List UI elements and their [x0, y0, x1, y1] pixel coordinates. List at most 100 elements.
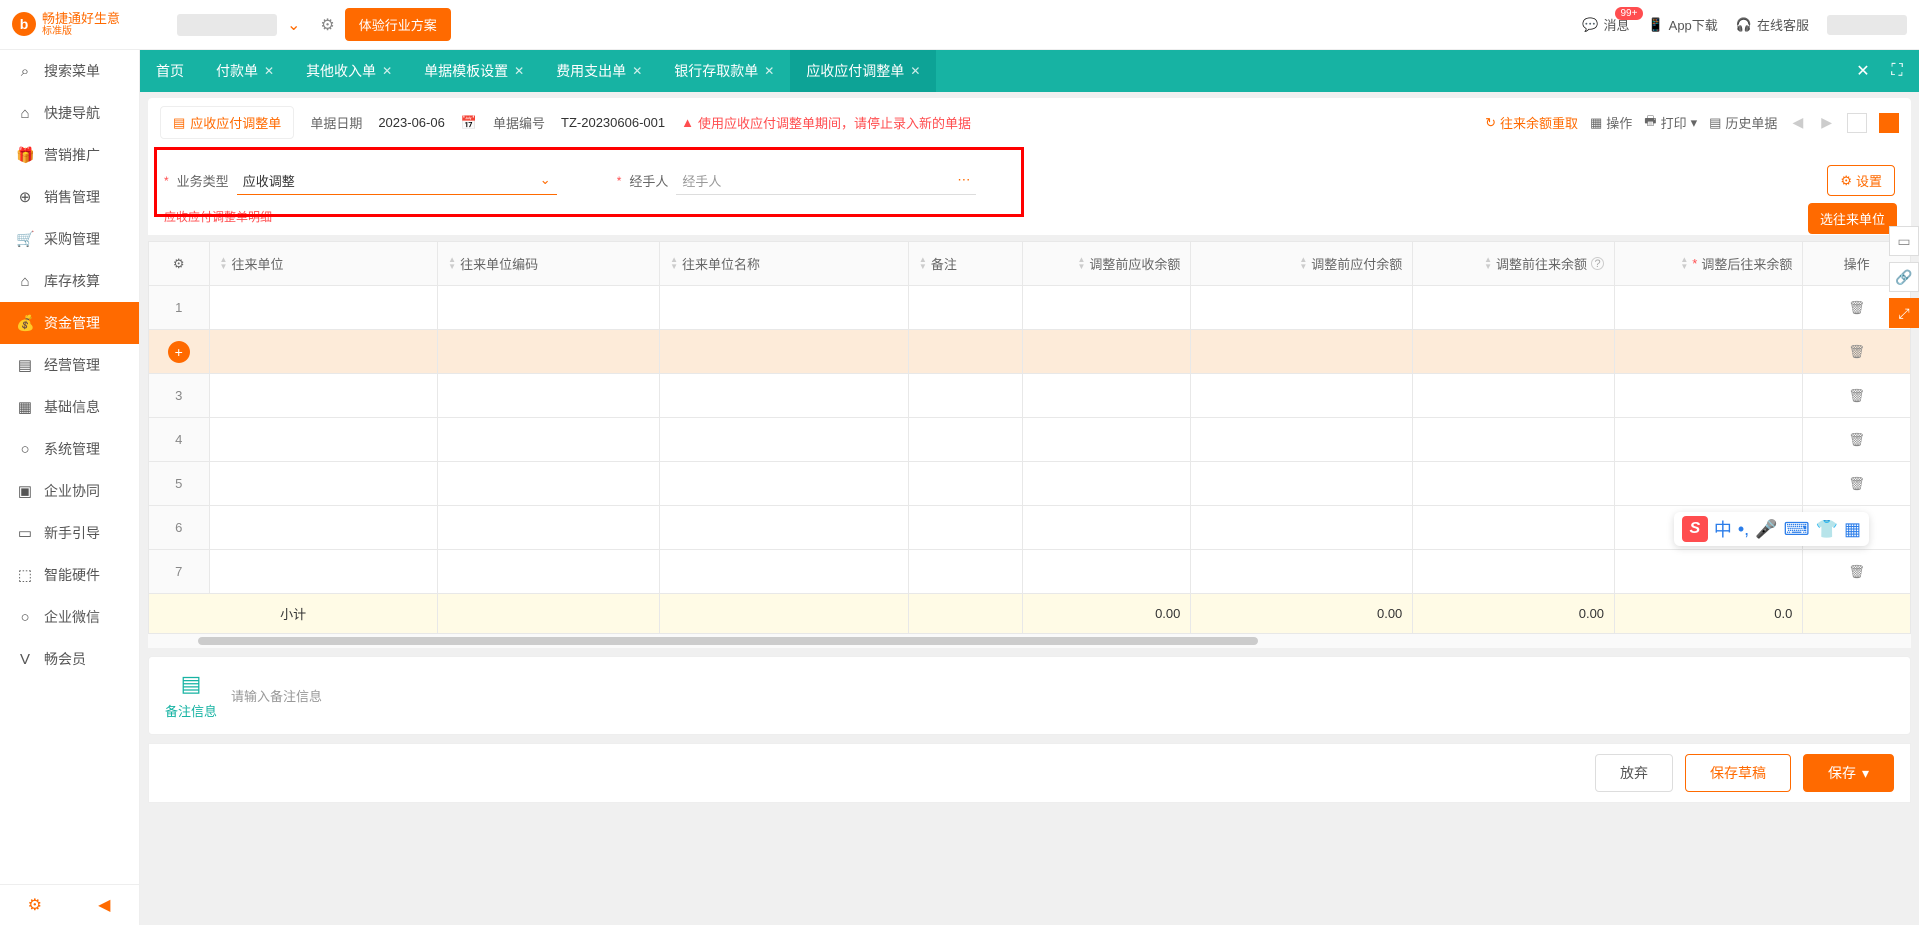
table-row[interactable]: +🗑 [149, 330, 1911, 374]
sidebar-item-hardware[interactable]: ⬚智能硬件 [0, 554, 139, 596]
sort-icon[interactable]: ▲▼ [670, 257, 678, 270]
next-icon[interactable]: ▶ [1818, 114, 1835, 131]
tab-单据模板设置[interactable]: 单据模板设置✕ [408, 50, 540, 92]
rail-note-icon[interactable]: ▭ [1889, 226, 1919, 256]
help-icon[interactable]: ? [1591, 257, 1604, 270]
close-icon[interactable]: ✕ [910, 64, 920, 78]
sort-icon[interactable]: ▲▼ [1484, 257, 1492, 270]
close-icon[interactable]: ✕ [764, 64, 774, 78]
close-icon[interactable]: ✕ [514, 64, 524, 78]
tab-其他收入单[interactable]: 其他收入单✕ [290, 50, 408, 92]
sidebar-item-finance[interactable]: 💰资金管理 [0, 302, 139, 344]
horizontal-scrollbar[interactable] [148, 634, 1911, 648]
sidebar-item-basic-info[interactable]: ▦基础信息 [0, 386, 139, 428]
ime-skin-icon[interactable]: 👕 [1816, 519, 1838, 540]
settings-button[interactable]: ⚙ 设置 [1827, 165, 1895, 196]
discard-button[interactable]: 放弃 [1595, 754, 1673, 792]
sort-icon[interactable]: ▲▼ [1299, 257, 1307, 270]
sidebar-item-marketing[interactable]: 🎁营销推广 [0, 134, 139, 176]
sidebar-settings-icon[interactable]: ⚙ [0, 885, 70, 925]
gear-icon[interactable]: ⚙ [320, 15, 334, 35]
sidebar-item-guide[interactable]: ▭新手引导 [0, 512, 139, 554]
trash-icon[interactable]: 🗑 [1848, 344, 1865, 359]
prev-icon[interactable]: ◀ [1789, 114, 1806, 131]
table-row[interactable]: 4🗑 [149, 418, 1911, 462]
biz-type-select[interactable]: 应收调整 ⌄ [237, 167, 557, 195]
tab-首页[interactable]: 首页 [140, 50, 200, 92]
table-row[interactable]: 7🗑 [149, 550, 1911, 594]
tab-应收应付调整单[interactable]: 应收应付调整单✕ [790, 50, 936, 92]
ime-keyboard-icon[interactable]: ⌨ [1784, 519, 1810, 540]
online-service-link[interactable]: 🎧 在线客服 [1736, 15, 1809, 34]
card-view-toggle[interactable] [1879, 113, 1899, 133]
tab-银行存取款单[interactable]: 银行存取款单✕ [658, 50, 790, 92]
sidebar-item-quick-nav[interactable]: ⌂快捷导航 [0, 92, 139, 134]
sort-icon[interactable]: ▲▼ [1077, 257, 1085, 270]
sidebar-collapse-icon[interactable]: ◀ [70, 885, 140, 925]
save-draft-button[interactable]: 保存草稿 [1685, 754, 1791, 792]
experience-button[interactable]: 体验行业方案 [345, 8, 451, 41]
list-view-toggle[interactable] [1847, 113, 1867, 133]
ime-mic-icon[interactable]: 🎤 [1755, 519, 1777, 540]
sidebar-item-system[interactable]: ○系统管理 [0, 428, 139, 470]
trash-icon[interactable]: 🗑 [1848, 432, 1865, 447]
date-value[interactable]: 2023-06-06 [378, 115, 445, 130]
sidebar-item-purchase[interactable]: 🛒采购管理 [0, 218, 139, 260]
operate-dropdown[interactable]: ▦ 操作 [1590, 113, 1632, 132]
chevron-down-icon: ⌄ [540, 172, 551, 188]
table-row[interactable]: 6🗑 [149, 506, 1911, 550]
close-icon[interactable]: ✕ [264, 64, 274, 78]
chevron-down-icon[interactable]: ⌄ [287, 15, 300, 35]
sidebar-item-enterprise[interactable]: ▣企业协同 [0, 470, 139, 512]
table-row[interactable]: 3🗑 [149, 374, 1911, 418]
table-row[interactable]: 1🗑 [149, 286, 1911, 330]
sidebar-item-inventory[interactable]: ⌂库存核算 [0, 260, 139, 302]
handler-input[interactable]: 经手人 ⋯ [676, 167, 976, 195]
ime-lang-icon[interactable]: 中 [1714, 516, 1732, 542]
table-settings-icon[interactable]: ⚙ [173, 256, 185, 271]
org-selector[interactable] [177, 14, 277, 36]
app-download-link[interactable]: 📱 App下载 [1647, 15, 1717, 34]
wechat-icon: ○ [16, 609, 34, 626]
tab-close-all-icon[interactable]: ✕ [1849, 57, 1877, 85]
trash-icon[interactable]: 🗑 [1848, 300, 1865, 315]
ime-toolbar[interactable]: S 中 •, 🎤 ⌨ 👕 ▦ [1674, 512, 1869, 546]
tab-付款单[interactable]: 付款单✕ [200, 50, 290, 92]
sort-icon[interactable]: ▲▼ [220, 257, 228, 270]
tab-费用支出单[interactable]: 费用支出单✕ [540, 50, 658, 92]
sidebar-item-member[interactable]: V畅会员 [0, 638, 139, 680]
operation-icon: ▤ [16, 356, 34, 374]
purchase-icon: 🛒 [16, 230, 34, 248]
member-icon: V [16, 651, 34, 668]
reget-balance-link[interactable]: ↻ 往来余额重取 [1485, 113, 1578, 132]
search-menu-icon: ⌕ [16, 63, 34, 80]
trash-icon[interactable]: 🗑 [1848, 476, 1865, 491]
user-menu[interactable] [1827, 15, 1907, 35]
history-link[interactable]: ▤ 历史单据 [1709, 113, 1777, 132]
close-icon[interactable]: ✕ [632, 64, 642, 78]
messages-link[interactable]: 💬 消息 99+ [1582, 15, 1629, 34]
sort-icon[interactable]: ▲▼ [919, 257, 927, 270]
fullscreen-icon[interactable]: ⛶ [1883, 57, 1911, 85]
rail-expand-icon[interactable]: ⤢ [1889, 298, 1919, 328]
close-icon[interactable]: ✕ [382, 64, 392, 78]
ime-punct-icon[interactable]: •, [1738, 519, 1749, 540]
rail-attach-icon[interactable]: 🔗 [1889, 262, 1919, 292]
ime-tools-icon[interactable]: ▦ [1844, 519, 1861, 540]
trash-icon[interactable]: 🗑 [1848, 564, 1865, 579]
add-row-icon[interactable]: + [168, 341, 190, 363]
sort-icon[interactable]: ▲▼ [448, 257, 456, 270]
sort-icon[interactable]: ▲▼ [1680, 257, 1688, 270]
sidebar-item-operation[interactable]: ▤经营管理 [0, 344, 139, 386]
calendar-icon[interactable]: 📅 [461, 115, 477, 131]
trash-icon[interactable]: 🗑 [1848, 388, 1865, 403]
print-dropdown[interactable]: 🖶 打印 ▾ [1644, 112, 1697, 134]
remark-input[interactable]: 请输入备注信息 [231, 686, 1894, 705]
sidebar-item-wechat[interactable]: ○企业微信 [0, 596, 139, 638]
more-icon[interactable]: ⋯ [957, 172, 970, 188]
table-row[interactable]: 5🗑 [149, 462, 1911, 506]
save-button[interactable]: 保存 ▾ [1803, 754, 1894, 792]
sidebar-item-search-menu[interactable]: ⌕搜索菜单 [0, 50, 139, 92]
sidebar-item-sales[interactable]: ⊕销售管理 [0, 176, 139, 218]
print-icon: 🖶 [1644, 112, 1656, 134]
